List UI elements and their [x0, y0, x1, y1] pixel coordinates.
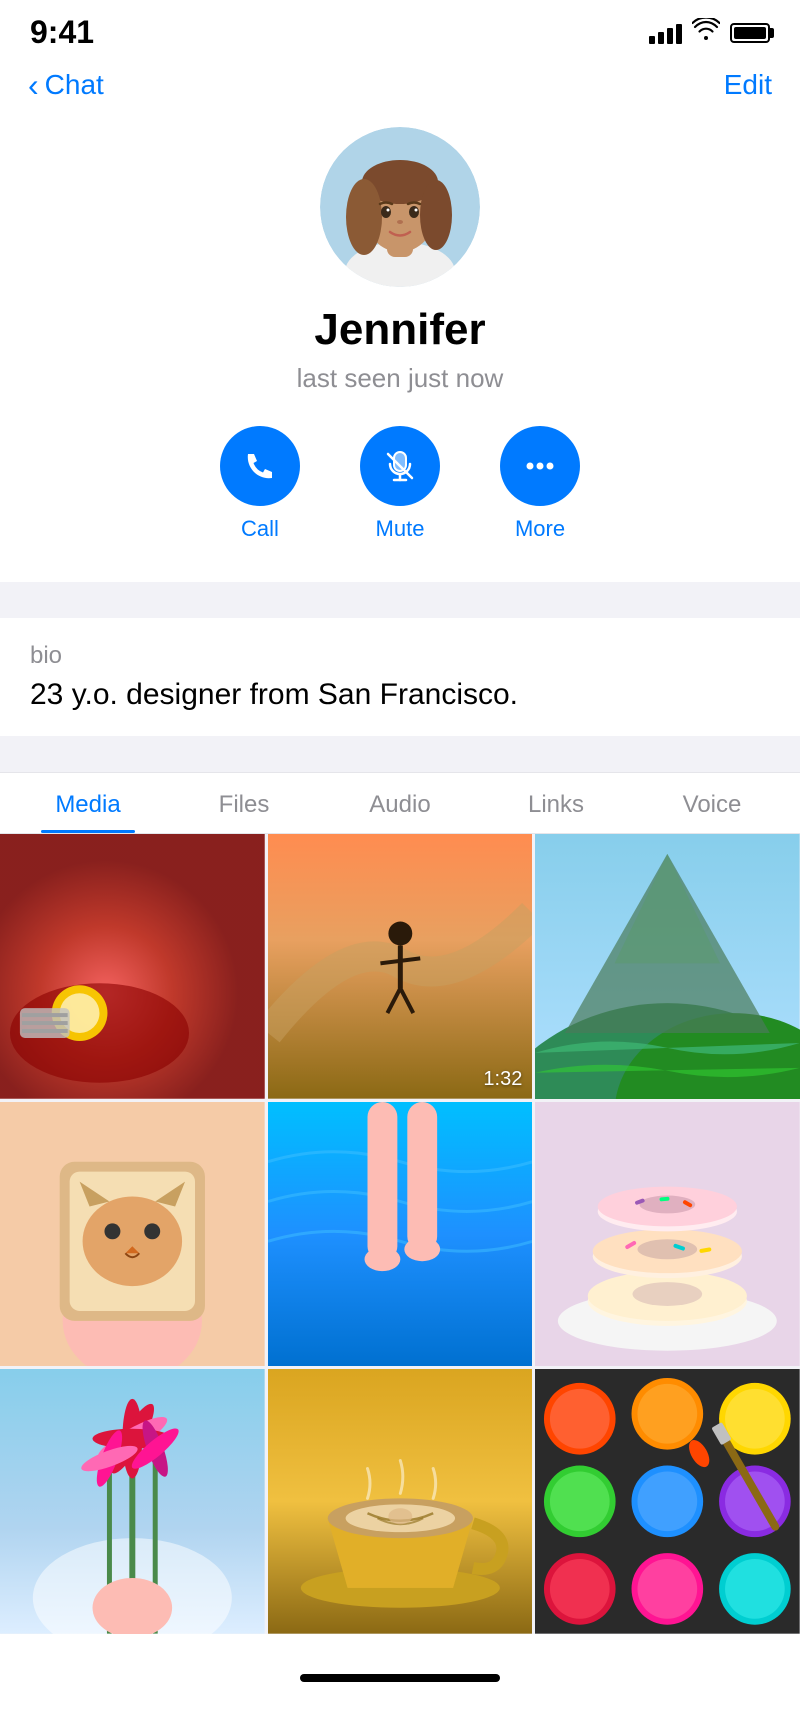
more-button[interactable]: More [500, 426, 580, 542]
media-image-donuts [535, 1102, 800, 1367]
media-item-skate[interactable]: 1:32 [268, 834, 533, 1099]
mute-circle [360, 426, 440, 506]
more-circle [500, 426, 580, 506]
bio-section: bio 23 y.o. designer from San Francisco. [0, 618, 800, 736]
bio-label: bio [30, 642, 770, 670]
media-item-toast[interactable] [0, 1102, 265, 1367]
media-image-car [0, 834, 265, 1099]
home-indicator [0, 1634, 800, 1694]
bio-text: 23 y.o. designer from San Francisco. [30, 678, 770, 712]
media-item-paint[interactable] [535, 1369, 800, 1634]
back-button[interactable]: ‹ Chat [28, 69, 104, 101]
separator-2 [0, 736, 800, 772]
tab-links[interactable]: Links [478, 773, 634, 833]
media-image-flowers [0, 1369, 265, 1634]
status-icons [649, 18, 770, 47]
more-icon [520, 446, 560, 486]
more-label: More [515, 516, 565, 542]
tabs-header: Media Files Audio Links Voice [0, 773, 800, 834]
back-label: Chat [45, 69, 104, 101]
media-item-car[interactable] [0, 834, 265, 1099]
avatar[interactable] [320, 127, 480, 287]
media-item-coffee[interactable] [268, 1369, 533, 1634]
status-time: 9:41 [30, 14, 94, 51]
tab-audio[interactable]: Audio [322, 773, 478, 833]
media-item-mountain[interactable] [535, 834, 800, 1099]
media-image-mountain [535, 834, 800, 1099]
video-duration: 1:32 [483, 1068, 522, 1091]
home-bar [300, 1674, 500, 1682]
tabs-section: Media Files Audio Links Voice [0, 772, 800, 1634]
profile-section: Jennifer last seen just now Call [0, 117, 800, 582]
media-grid: 1:32 [0, 834, 800, 1634]
wifi-icon [692, 18, 720, 47]
profile-name: Jennifer [314, 305, 485, 355]
mute-icon [380, 446, 420, 486]
tab-media[interactable]: Media [10, 773, 166, 833]
media-image-pool [268, 1102, 533, 1367]
call-circle [220, 426, 300, 506]
action-buttons: Call Mute [190, 426, 610, 552]
media-image-paint [535, 1369, 800, 1634]
media-image-skate [268, 834, 533, 1099]
profile-status: last seen just now [297, 363, 504, 394]
media-image-coffee [268, 1369, 533, 1634]
phone-icon [240, 446, 280, 486]
nav-bar: ‹ Chat Edit [0, 59, 800, 117]
edit-button[interactable]: Edit [724, 69, 772, 101]
media-item-pool[interactable] [268, 1102, 533, 1367]
tab-files[interactable]: Files [166, 773, 322, 833]
battery-icon [730, 23, 770, 43]
media-image-toast [0, 1102, 265, 1367]
tab-voice[interactable]: Voice [634, 773, 790, 833]
signal-icon [649, 22, 682, 44]
media-item-donuts[interactable] [535, 1102, 800, 1367]
call-label: Call [241, 516, 279, 542]
mute-button[interactable]: Mute [360, 426, 440, 542]
call-button[interactable]: Call [220, 426, 300, 542]
chevron-left-icon: ‹ [28, 69, 39, 101]
media-item-flowers[interactable] [0, 1369, 265, 1634]
mute-label: Mute [376, 516, 425, 542]
separator-1 [0, 582, 800, 618]
status-bar: 9:41 [0, 0, 800, 59]
